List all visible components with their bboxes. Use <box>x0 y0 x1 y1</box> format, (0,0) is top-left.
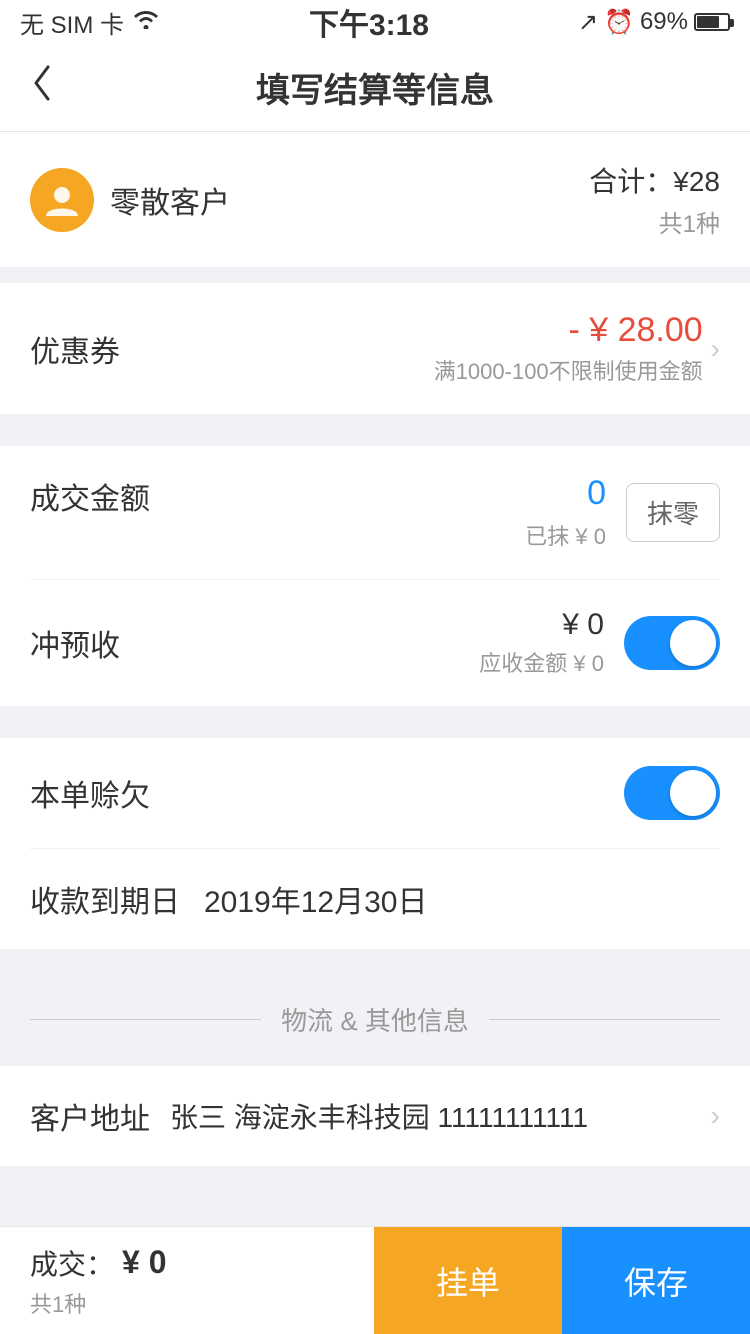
deal-amount-card: 成交金额 0 已抹 ¥ 0 抹零 冲预收 ¥ 0 应收金额 ¥ 0 <box>0 446 750 706</box>
section-separator-3 <box>0 965 750 981</box>
coupon-info: - ¥ 28.00 满1000-100不限制使用金额 <box>434 311 703 386</box>
customer-name: 零散客户 <box>110 178 230 222</box>
address-value: 张三 海淀永丰科技园 11111111111 <box>170 1096 691 1136</box>
credit-toggle[interactable] <box>624 766 720 820</box>
location-icon: ↗ <box>578 8 598 37</box>
credit-toggle-knob <box>670 770 716 816</box>
status-left: 无 SIM 卡 <box>20 5 160 40</box>
prepay-value-area: ¥ 0 应收金额 ¥ 0 <box>479 608 604 678</box>
address-card: 客户地址 张三 海淀永丰科技园 11111111111 › <box>0 1066 750 1166</box>
coupon-row[interactable]: 优惠券 - ¥ 28.00 满1000-100不限制使用金额 › <box>0 283 750 414</box>
bottom-deal: 成交： ¥ 0 <box>30 1243 344 1283</box>
deal-right: 0 已抹 ¥ 0 抹零 <box>525 474 720 551</box>
coupon-right: - ¥ 28.00 满1000-100不限制使用金额 › <box>434 311 720 386</box>
chevron-right-icon: › <box>711 333 720 365</box>
nav-bar: 填写结算等信息 <box>0 44 750 132</box>
coupon-desc: 满1000-100不限制使用金额 <box>434 354 703 386</box>
customer-count: 共1种 <box>589 204 720 239</box>
prepay-row: 冲预收 ¥ 0 应收金额 ¥ 0 <box>0 580 750 706</box>
battery-icon <box>694 13 730 31</box>
status-right: ↗ ⏰ 69% <box>578 8 730 37</box>
section-separator-2 <box>0 722 750 738</box>
bottom-bar: 成交： ¥ 0 共1种 挂单 保存 <box>0 1226 750 1334</box>
customer-left: 零散客户 <box>30 168 230 232</box>
logistics-divider: 物流 & 其他信息 <box>30 1001 720 1038</box>
due-date-value: 2019年12月30日 <box>204 877 427 921</box>
due-date-row[interactable]: 收款到期日 2019年12月30日 <box>0 849 750 949</box>
wifi-icon <box>132 8 160 36</box>
customer-avatar <box>30 168 94 232</box>
logistics-line-left <box>30 1019 261 1020</box>
battery-percent: 69% <box>640 8 688 36</box>
address-row[interactable]: 客户地址 张三 海淀永丰科技园 11111111111 › <box>0 1066 750 1166</box>
customer-total-area: 合计：¥28 共1种 <box>589 160 720 239</box>
prepay-receivable: 应收金额 ¥ 0 <box>479 646 604 678</box>
bottom-count: 共1种 <box>30 1287 344 1319</box>
save-button[interactable]: 保存 <box>562 1227 750 1334</box>
alarm-icon: ⏰ <box>604 8 634 37</box>
sim-label: 无 SIM 卡 <box>20 5 124 40</box>
address-chevron-icon: › <box>711 1100 720 1132</box>
section-separator-1 <box>0 430 750 446</box>
logistics-section: 物流 & 其他信息 <box>0 981 750 1058</box>
logistics-label: 物流 & 其他信息 <box>281 1001 469 1038</box>
customer-row[interactable]: 零散客户 合计：¥28 共1种 <box>0 132 750 267</box>
prepay-amount: ¥ 0 <box>479 608 604 642</box>
coupon-card: 优惠券 - ¥ 28.00 满1000-100不限制使用金额 › <box>0 283 750 414</box>
deal-already: 已抹 ¥ 0 <box>525 519 606 551</box>
prepay-label: 冲预收 <box>30 621 120 665</box>
bottom-deal-amount: ¥ 0 <box>122 1244 166 1281</box>
credit-card: 本单赊欠 收款到期日 2019年12月30日 <box>0 738 750 949</box>
content-area: 零散客户 合计：¥28 共1种 优惠券 - ¥ 28.00 满1000-100不… <box>0 132 750 1302</box>
credit-row: 本单赊欠 <box>0 738 750 848</box>
round-zero-button[interactable]: 抹零 <box>626 483 720 542</box>
customer-card: 零散客户 合计：¥28 共1种 <box>0 132 750 267</box>
address-label: 客户地址 <box>30 1094 150 1138</box>
customer-total: 合计：¥28 <box>589 160 720 200</box>
logistics-line-right <box>489 1019 720 1020</box>
prepay-toggle[interactable] <box>624 616 720 670</box>
bottom-buttons: 挂单 保存 <box>374 1227 750 1334</box>
deal-value-area: 0 已抹 ¥ 0 <box>525 474 606 551</box>
back-button[interactable] <box>30 63 54 112</box>
hold-button[interactable]: 挂单 <box>374 1227 562 1334</box>
bottom-summary: 成交： ¥ 0 共1种 <box>0 1243 374 1319</box>
toggle-knob <box>670 620 716 666</box>
status-bar: 无 SIM 卡 下午3:18 ↗ ⏰ 69% <box>0 0 750 44</box>
deal-amount-value: 0 <box>525 474 606 513</box>
credit-label: 本单赊欠 <box>30 771 150 815</box>
coupon-discount: - ¥ 28.00 <box>434 311 703 350</box>
section-separator-4 <box>0 1058 750 1066</box>
deal-amount-label: 成交金额 <box>30 474 150 518</box>
deal-amount-row: 成交金额 0 已抹 ¥ 0 抹零 <box>0 446 750 579</box>
due-date-label: 收款到期日 <box>30 877 180 921</box>
bottom-deal-prefix: 成交： <box>30 1243 114 1283</box>
status-time: 下午3:18 <box>309 0 429 44</box>
prepay-right: ¥ 0 应收金额 ¥ 0 <box>479 608 720 678</box>
page-title: 填写结算等信息 <box>256 63 494 112</box>
coupon-label: 优惠券 <box>30 327 120 371</box>
